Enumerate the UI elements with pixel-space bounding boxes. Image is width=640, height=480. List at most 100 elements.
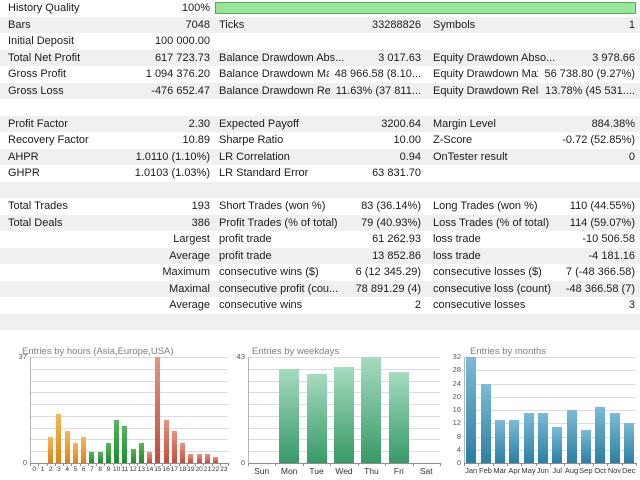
stat-cell-group: OnTester result 0 [428, 149, 640, 166]
table-row: Bars 7048 Ticks 33288826 Symbols 1 [0, 16, 640, 34]
stat-label: profit trade [219, 233, 272, 245]
stat-label: Total Net Profit [8, 51, 81, 64]
stat-cell-group: Equity Drawdown Abso... 3 978.66 [428, 50, 640, 67]
x-axis-tick [203, 463, 205, 466]
x-axis-tick-label: 13 [137, 466, 145, 473]
stat-cell-group: Long Trades (won %) 110 (44.55%) [428, 198, 640, 215]
chart-title: Entries by months [470, 346, 547, 357]
stat-cell-group: Equity Drawdown Maxi... 56 738.80 (9.27%) [428, 66, 640, 83]
table-row: Total Trades 193 Short Trades (won %) 83 (3… [0, 198, 640, 215]
stat-value: 3 978.66 [592, 51, 635, 64]
bar-jun [537, 413, 548, 463]
x-axis-tick [79, 463, 81, 466]
x-axis-tick-label: 9 [106, 466, 111, 473]
x-axis-line [248, 463, 440, 464]
x-axis-tick-label: Tue [309, 466, 324, 476]
stat-label: loss trade [433, 233, 481, 245]
statistics-table: History Quality 100% Bars 7048 Ticks 33288826… [0, 0, 640, 330]
x-axis-tick [153, 463, 155, 466]
stat-label: LR Standard Error [219, 167, 309, 179]
gridline [464, 370, 636, 372]
y-axis-tick-label: 8 [456, 431, 461, 441]
stat-cell-group: AHPR 1.0110 (1.10%) [0, 149, 213, 166]
stat-cell-group: consecutive losses ($) 7 (-48 366.58) [428, 264, 640, 281]
x-axis-tick [521, 463, 523, 466]
x-axis-tick [211, 463, 213, 466]
stat-value: 0 [628, 150, 635, 163]
stat-label: consecutive losses [433, 299, 526, 311]
stat-label: consecutive wins ($) [219, 266, 319, 278]
stat-label: Equity Drawdown Maxi... [433, 68, 538, 80]
stat-value: Average [169, 299, 210, 311]
stat-label: Balance Drawdown Ma... [219, 68, 329, 80]
bar-mar [494, 419, 505, 463]
stat-label: Balance Drawdown Rel... [219, 84, 330, 97]
y-axis-line [464, 357, 465, 466]
stat-cell-group: consecutive wins ($) 6 (12 345.29) [213, 264, 428, 281]
stat-label: Ticks [219, 18, 245, 31]
bar-mon [279, 369, 300, 463]
bar-10 [114, 420, 120, 463]
stat-label: Total Trades [8, 200, 68, 212]
stat-label: Equity Drawdown Abso... [433, 51, 556, 64]
stat-cell-group: Balance Drawdown Abs... 3 017.63 [213, 50, 428, 67]
bar-6 [81, 437, 87, 463]
stat-value: 100% [181, 2, 210, 14]
x-axis-tick-label: 7 [90, 466, 94, 473]
bar-17 [171, 431, 177, 463]
stat-cell-group [0, 314, 213, 331]
stat-value: 10.89 [182, 134, 210, 146]
stat-cell-group: Recovery Factor 10.89 [0, 132, 213, 149]
stat-label: LR Correlation [219, 150, 290, 163]
stat-value: 83 (36.14%) [361, 200, 421, 212]
y-axis-tick-label: 0 [240, 458, 245, 467]
bar-4 [64, 431, 70, 463]
bar-fri [388, 371, 409, 463]
stat-value: 78 891.29 (4) [355, 282, 421, 295]
chart-title: Entries by hours (Asia,Europe,USA) [22, 346, 174, 357]
stat-label: Expected Payoff [219, 117, 299, 130]
stat-cell-group: Loss Trades (% of total) 114 (59.07%) [428, 215, 640, 232]
bar-thu [361, 357, 382, 463]
x-axis-tick-label: Jul [552, 466, 562, 475]
stat-cell-group: Initial Deposit 100 000.00 [0, 33, 213, 50]
stat-value: Maximal [169, 282, 210, 295]
stat-cell-group: LR Standard Error 63 831.70 [213, 165, 428, 182]
y-axis-line [30, 357, 31, 466]
x-axis-tick-label: 11 [121, 466, 129, 473]
x-axis-tick [302, 463, 304, 466]
stat-cell-group: consecutive profit (cou... 78 891.29 (4) [213, 281, 428, 298]
table-row: History Quality 100% [0, 0, 640, 17]
stat-cell-group: Average [0, 297, 213, 314]
stat-label: consecutive profit (cou... [219, 282, 339, 295]
stat-cell-group: Equity Drawdown Relat... 13.78% (45 531..… [428, 83, 640, 100]
x-axis-tick [550, 463, 551, 466]
stat-value: 33288826 [372, 18, 421, 31]
x-axis-tick [385, 463, 387, 466]
y-axis-tick-label: 16 [452, 405, 461, 414]
bar-9 [105, 442, 111, 463]
stat-cell-group: Total Trades 193 [0, 198, 213, 215]
stat-label: consecutive losses ($) [433, 266, 542, 278]
bar-8 [97, 451, 103, 463]
stat-value: 7048 [185, 18, 210, 31]
stat-label: Long Trades (won %) [433, 200, 538, 212]
stat-value: 110 (44.55%) [569, 200, 635, 212]
stat-value: 1.0110 (1.10%) [135, 150, 210, 163]
stat-cell-group: consecutive losses 3 [428, 297, 640, 314]
x-axis-tick-label: Oct [594, 466, 606, 475]
stat-label: History Quality [8, 2, 80, 14]
x-axis-tick-label: 15 [154, 466, 162, 473]
x-axis-tick-label: 2 [48, 466, 53, 473]
gridline [30, 368, 228, 370]
stat-cell-group: Total Deals 386 [0, 215, 213, 232]
x-axis-tick-label: May [521, 466, 536, 475]
stat-label: OnTester result [433, 150, 508, 163]
stat-value: 193 [191, 200, 210, 212]
stat-cell-group: Gross Loss -476 652.47 [0, 83, 213, 100]
gridline [248, 357, 440, 358]
x-axis-tick [564, 463, 566, 466]
stat-cell-group: Bars 7048 [0, 17, 213, 34]
x-axis-tick [248, 463, 249, 466]
x-axis-tick [607, 463, 609, 466]
